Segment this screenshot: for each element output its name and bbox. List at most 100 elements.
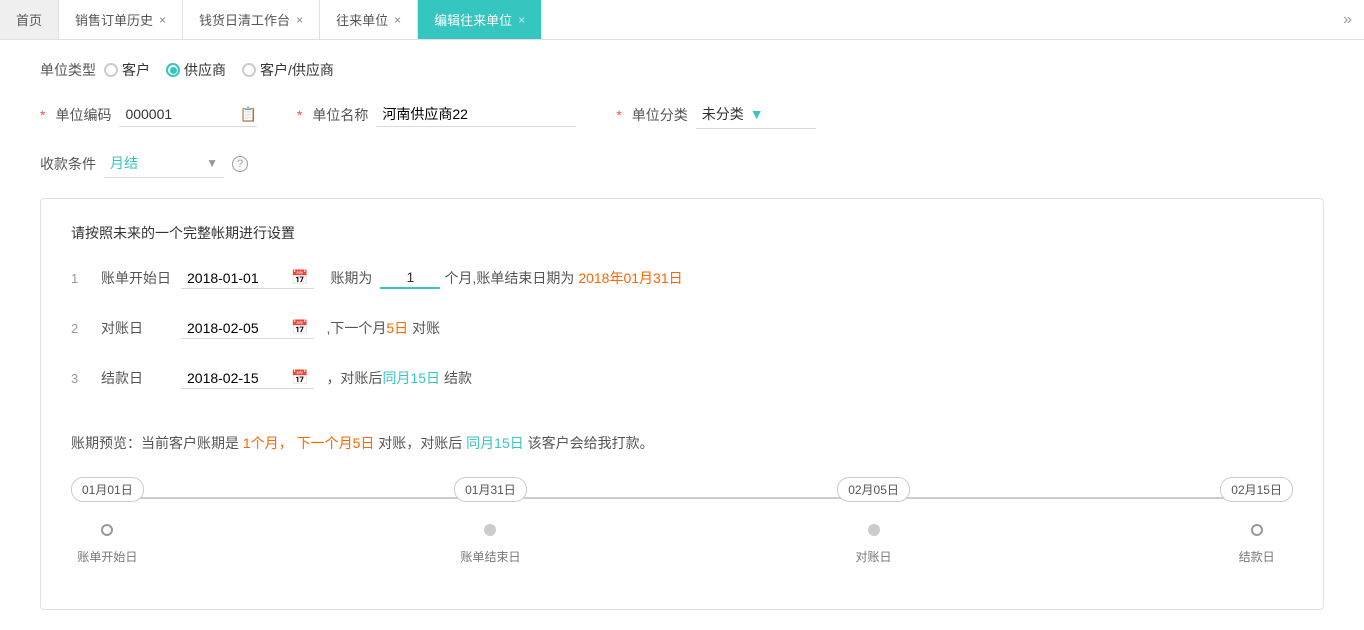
unit-name-group: * 单位名称 <box>297 102 576 127</box>
unit-code-input[interactable] <box>119 102 239 126</box>
timeline-node-3: 02月15日 结款日 <box>1220 477 1293 565</box>
radio-customer-circle <box>104 63 118 77</box>
payment-terms-group: 收款条件 月结 ▼ ? <box>40 149 248 178</box>
row-2-type: 对账日 <box>101 318 181 338</box>
close-cash-work-icon[interactable]: × <box>296 13 303 27</box>
unit-class-label: 单位分类 <box>632 105 688 125</box>
timeline-node-1: 01月31日 账单结束日 <box>454 477 527 565</box>
unit-class-required: * <box>616 107 621 123</box>
timeline: 01月01日 账单开始日 01月31日 账单结束日 02月05日 对账日 <box>71 477 1293 585</box>
tab-cash-work-label: 钱货日清工作台 <box>199 10 290 29</box>
row-3-calendar-icon[interactable]: 📅 <box>291 369 308 386</box>
row-1-period-input[interactable] <box>380 267 440 289</box>
unit-class-select[interactable]: 未分类 ▼ <box>696 100 816 129</box>
row-3-date-input: 📅 <box>181 367 314 389</box>
close-partner-unit-icon[interactable]: × <box>394 13 401 27</box>
preview-label: 账期预览：当前客户账期是 <box>71 435 239 451</box>
preview-section: 账期预览：当前客户账期是 1个月， 下一个月5日 对账，对账后 同月15日 该客… <box>71 417 1293 585</box>
unit-class-arrow-icon: ▼ <box>750 106 764 122</box>
row-2-desc-after: 对账 <box>412 318 440 338</box>
row-2-date-field[interactable] <box>187 320 287 336</box>
unit-type-label: 单位类型 <box>40 60 96 80</box>
row-3-num: 3 <box>71 371 101 386</box>
timeline-nodes: 01月01日 账单开始日 01月31日 账单结束日 02月05日 对账日 <box>71 477 1293 565</box>
timeline-label-3: 02月15日 <box>1220 477 1293 502</box>
panel-title: 请按照未来的一个完整帐期进行设置 <box>71 223 1293 243</box>
radio-supplier-label: 供应商 <box>184 60 226 80</box>
row-1-date-field[interactable] <box>187 270 287 286</box>
tab-bar: 首页 销售订单历史 × 钱货日清工作台 × 往来单位 × 编辑往来单位 × » <box>0 0 1364 40</box>
tab-partner-unit-label: 往来单位 <box>336 10 388 29</box>
timeline-label-1: 01月31日 <box>454 477 527 502</box>
timeline-label-0: 01月01日 <box>71 477 144 502</box>
timeline-sublabel-0: 账单开始日 <box>77 548 137 565</box>
timeline-node-0: 01月01日 账单开始日 <box>71 477 144 565</box>
setting-row-3: 3 结款日 📅 ，对账后 同月15日 结款 <box>71 367 1293 389</box>
timeline-dot-1 <box>484 524 496 536</box>
row-1-prefix: 账期为 <box>330 268 372 288</box>
tab-home[interactable]: 首页 <box>0 0 59 39</box>
timeline-sublabel-1: 账单结束日 <box>460 548 520 565</box>
close-sales-order-history-icon[interactable]: × <box>159 13 166 27</box>
timeline-dot-2 <box>868 524 880 536</box>
payment-terms-row: 收款条件 月结 ▼ ? <box>40 149 1324 178</box>
row-2-desc-before: ,下一个月 <box>326 318 386 338</box>
row-3-type: 结款日 <box>101 368 181 388</box>
tab-partner-unit[interactable]: 往来单位 × <box>320 0 418 39</box>
payment-terms-value: 月结 <box>110 153 202 173</box>
radio-supplier[interactable]: 供应商 <box>166 60 226 80</box>
row-1-period-unit: 个月,账单结束日期为 <box>444 268 574 288</box>
row-3-desc-before: ，对账后 <box>326 368 382 388</box>
row-1-type: 账单开始日 <box>101 268 181 288</box>
payment-terms-label: 收款条件 <box>40 154 96 174</box>
preview-payment: 同月15日 <box>466 435 524 451</box>
radio-customer[interactable]: 客户 <box>104 60 150 80</box>
row-2-num: 2 <box>71 321 101 336</box>
row-1-num: 1 <box>71 271 101 286</box>
tab-sales-order-history-label: 销售订单历史 <box>75 10 153 29</box>
setting-row-2: 2 对账日 📅 ,下一个月 5日 对账 <box>71 317 1293 339</box>
radio-both[interactable]: 客户/供应商 <box>242 60 334 80</box>
unit-code-required: * <box>40 107 45 123</box>
unit-type-radio-group: 客户 供应商 客户/供应商 <box>104 60 334 80</box>
row-2-date-input: 📅 <box>181 317 314 339</box>
tab-cash-work[interactable]: 钱货日清工作台 × <box>183 0 320 39</box>
tab-edit-partner-unit[interactable]: 编辑往来单位 × <box>418 0 542 39</box>
radio-both-circle <box>242 63 256 77</box>
settings-panel: 请按照未来的一个完整帐期进行设置 1 账单开始日 📅 账期为 个月,账单结束日期… <box>40 198 1324 610</box>
row-3-highlight: 同月15日 <box>382 368 440 388</box>
timeline-dot-3 <box>1251 524 1263 536</box>
tab-sales-order-history[interactable]: 销售订单历史 × <box>59 0 183 39</box>
close-edit-partner-unit-icon[interactable]: × <box>518 13 525 27</box>
row-3-desc-after: 结款 <box>444 368 472 388</box>
row-1-calendar-icon[interactable]: 📅 <box>291 269 308 286</box>
expand-icon: » <box>1343 11 1352 29</box>
timeline-node-2: 02月05日 对账日 <box>837 477 910 565</box>
unit-code-input-wrapper: 📋 <box>119 102 256 127</box>
unit-info-row: * 单位编码 📋 * 单位名称 * 单位分类 未分类 ▼ <box>40 100 1324 129</box>
unit-class-group: * 单位分类 未分类 ▼ <box>616 100 815 129</box>
payment-terms-help-icon[interactable]: ? <box>232 156 248 172</box>
row-1-end-date: 2018年01月31日 <box>578 268 682 288</box>
radio-supplier-circle <box>166 63 180 77</box>
unit-name-label: 单位名称 <box>312 105 368 125</box>
tab-edit-partner-unit-label: 编辑往来单位 <box>434 10 512 29</box>
payment-terms-arrow-icon: ▼ <box>206 156 218 170</box>
timeline-dot-0 <box>101 524 113 536</box>
unit-name-input[interactable] <box>376 102 576 127</box>
preview-period: 1个月， <box>243 435 293 451</box>
row-2-calendar-icon[interactable]: 📅 <box>291 319 308 336</box>
timeline-sublabel-3: 结款日 <box>1239 548 1275 565</box>
tab-expand-button[interactable]: » <box>1331 0 1364 39</box>
unit-type-group: 单位类型 客户 供应商 客户/供应商 <box>40 60 334 80</box>
row-1-date-input: 📅 <box>181 267 314 289</box>
unit-type-row: 单位类型 客户 供应商 客户/供应商 <box>40 60 1324 80</box>
row-3-date-field[interactable] <box>187 370 287 386</box>
tab-home-label: 首页 <box>16 10 42 29</box>
payment-terms-select[interactable]: 月结 ▼ <box>104 149 224 178</box>
radio-customer-label: 客户 <box>122 60 150 80</box>
preview-reconcile-suffix: 对账，对账后 <box>378 435 462 451</box>
unit-code-icon[interactable]: 📋 <box>239 106 256 123</box>
main-content: 单位类型 客户 供应商 客户/供应商 * 单位编码 <box>0 40 1364 630</box>
unit-code-group: * 单位编码 📋 <box>40 102 257 127</box>
